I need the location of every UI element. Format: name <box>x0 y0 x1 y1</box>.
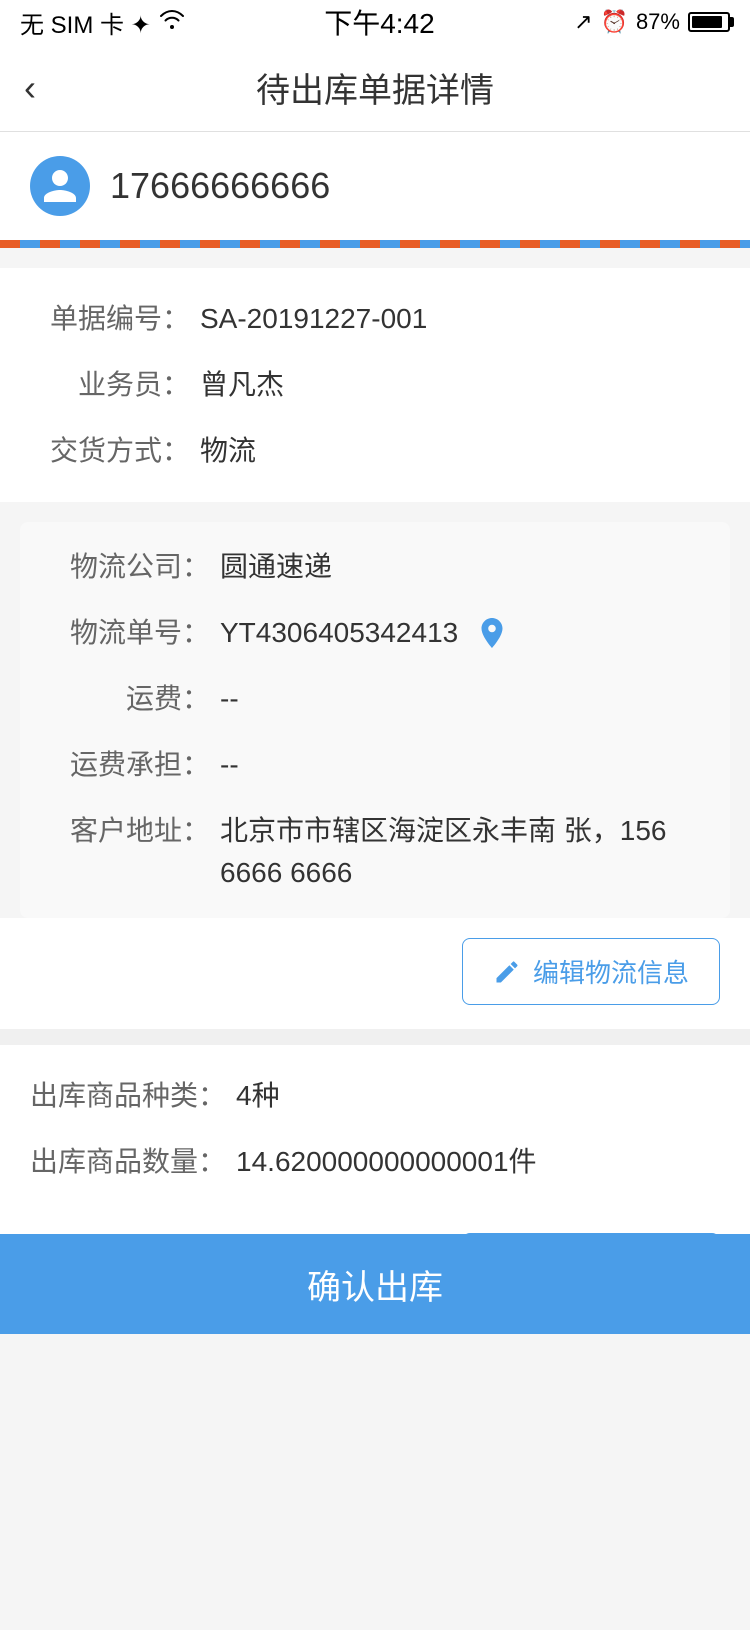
logistics-company-label: 物流公司： <box>50 546 210 588</box>
location-service-icon: ↗ <box>574 9 592 35</box>
freight-bearer-row: 运费承担： -- <box>50 744 700 786</box>
user-header: 17666666666 <box>0 132 750 240</box>
page-title: 待出库单据详情 <box>256 63 494 112</box>
order-info-section: 单据编号： SA-20191227-001 业务员： 曾凡杰 交货方式： 物流 <box>0 268 750 502</box>
dashed-divider <box>0 240 750 248</box>
freight-value: -- <box>220 678 700 720</box>
battery-icon <box>688 12 730 32</box>
address-value: 北京市市辖区海淀区永丰南 张，156 6666 6666 <box>220 810 700 894</box>
freight-bearer-value: -- <box>220 744 700 786</box>
battery-percent: 87% <box>636 9 680 35</box>
delivery-method-value: 物流 <box>200 430 720 472</box>
tracking-no-row: 物流单号： YT43064053424​13 <box>50 612 700 654</box>
nav-bar: ‹ 待出库单据详情 <box>0 44 750 132</box>
goods-quantity-label: 出库商品数量： <box>30 1141 226 1183</box>
gray-separator-1 <box>0 1029 750 1045</box>
address-row: 客户地址： 北京市市辖区海淀区永丰南 张，156 6666 6666 <box>50 810 700 894</box>
goods-types-value: 4种 <box>236 1075 720 1117</box>
goods-types-label: 出库商品种类： <box>30 1075 226 1117</box>
logistics-section: 物流公司： 圆通速递 物流单号： YT43064053424​13 运费： --… <box>20 522 730 918</box>
goods-quantity-value: 14.620000000000001件 <box>236 1141 720 1183</box>
order-no-value: SA-20191227-001 <box>200 298 720 340</box>
freight-bearer-label: 运费承担： <box>50 744 210 786</box>
goods-quantity-row: 出库商品数量： 14.620000000000001件 <box>30 1141 720 1183</box>
user-phone: 17666666666 <box>110 165 330 207</box>
back-button[interactable]: ‹ <box>24 67 36 109</box>
edit-logistics-button[interactable]: 编辑物流信息 <box>462 938 720 1005</box>
order-no-row: 单据编号： SA-20191227-001 <box>30 298 720 340</box>
edit-logistics-btn-container: 编辑物流信息 <box>0 918 750 1029</box>
edit-logistics-label: 编辑物流信息 <box>533 953 689 990</box>
user-icon <box>40 166 80 206</box>
goods-section: 出库商品种类： 4种 出库商品数量： 14.620000000000001件 <box>0 1045 750 1213</box>
map-pin-icon[interactable] <box>474 615 510 651</box>
edit-icon <box>493 958 521 986</box>
page-spacer <box>0 1330 750 1530</box>
avatar <box>30 156 90 216</box>
goods-types-row: 出库商品种类： 4种 <box>30 1075 720 1117</box>
address-label: 客户地址： <box>50 810 210 852</box>
delivery-method-label: 交货方式： <box>30 430 190 472</box>
status-bar-right: ↗ ⏰ 87% <box>574 9 730 35</box>
status-bar-time: 下午4:42 <box>324 2 435 42</box>
delivery-method-row: 交货方式： 物流 <box>30 430 720 472</box>
sales-person-label: 业务员： <box>30 364 190 406</box>
sim-status: 无 SIM 卡 ✦ <box>20 5 151 40</box>
status-bar: 无 SIM 卡 ✦ 下午4:42 ↗ ⏰ 87% <box>0 0 750 44</box>
wifi-icon <box>159 8 185 36</box>
confirm-button[interactable]: 确认出库 <box>0 1234 750 1334</box>
freight-label: 运费： <box>50 678 210 720</box>
tracking-no-label: 物流单号： <box>50 612 210 654</box>
tracking-no-value: YT43064053424​13 <box>220 612 700 654</box>
logistics-company-row: 物流公司： 圆通速递 <box>50 546 700 588</box>
alarm-icon: ⏰ <box>601 9 628 35</box>
sales-person-row: 业务员： 曾凡杰 <box>30 364 720 406</box>
freight-row: 运费： -- <box>50 678 700 720</box>
sales-person-value: 曾凡杰 <box>200 364 720 406</box>
confirm-button-label: 确认出库 <box>307 1260 443 1309</box>
order-no-label: 单据编号： <box>30 298 190 340</box>
logistics-company-value: 圆通速递 <box>220 546 700 588</box>
status-bar-left: 无 SIM 卡 ✦ <box>20 5 185 40</box>
